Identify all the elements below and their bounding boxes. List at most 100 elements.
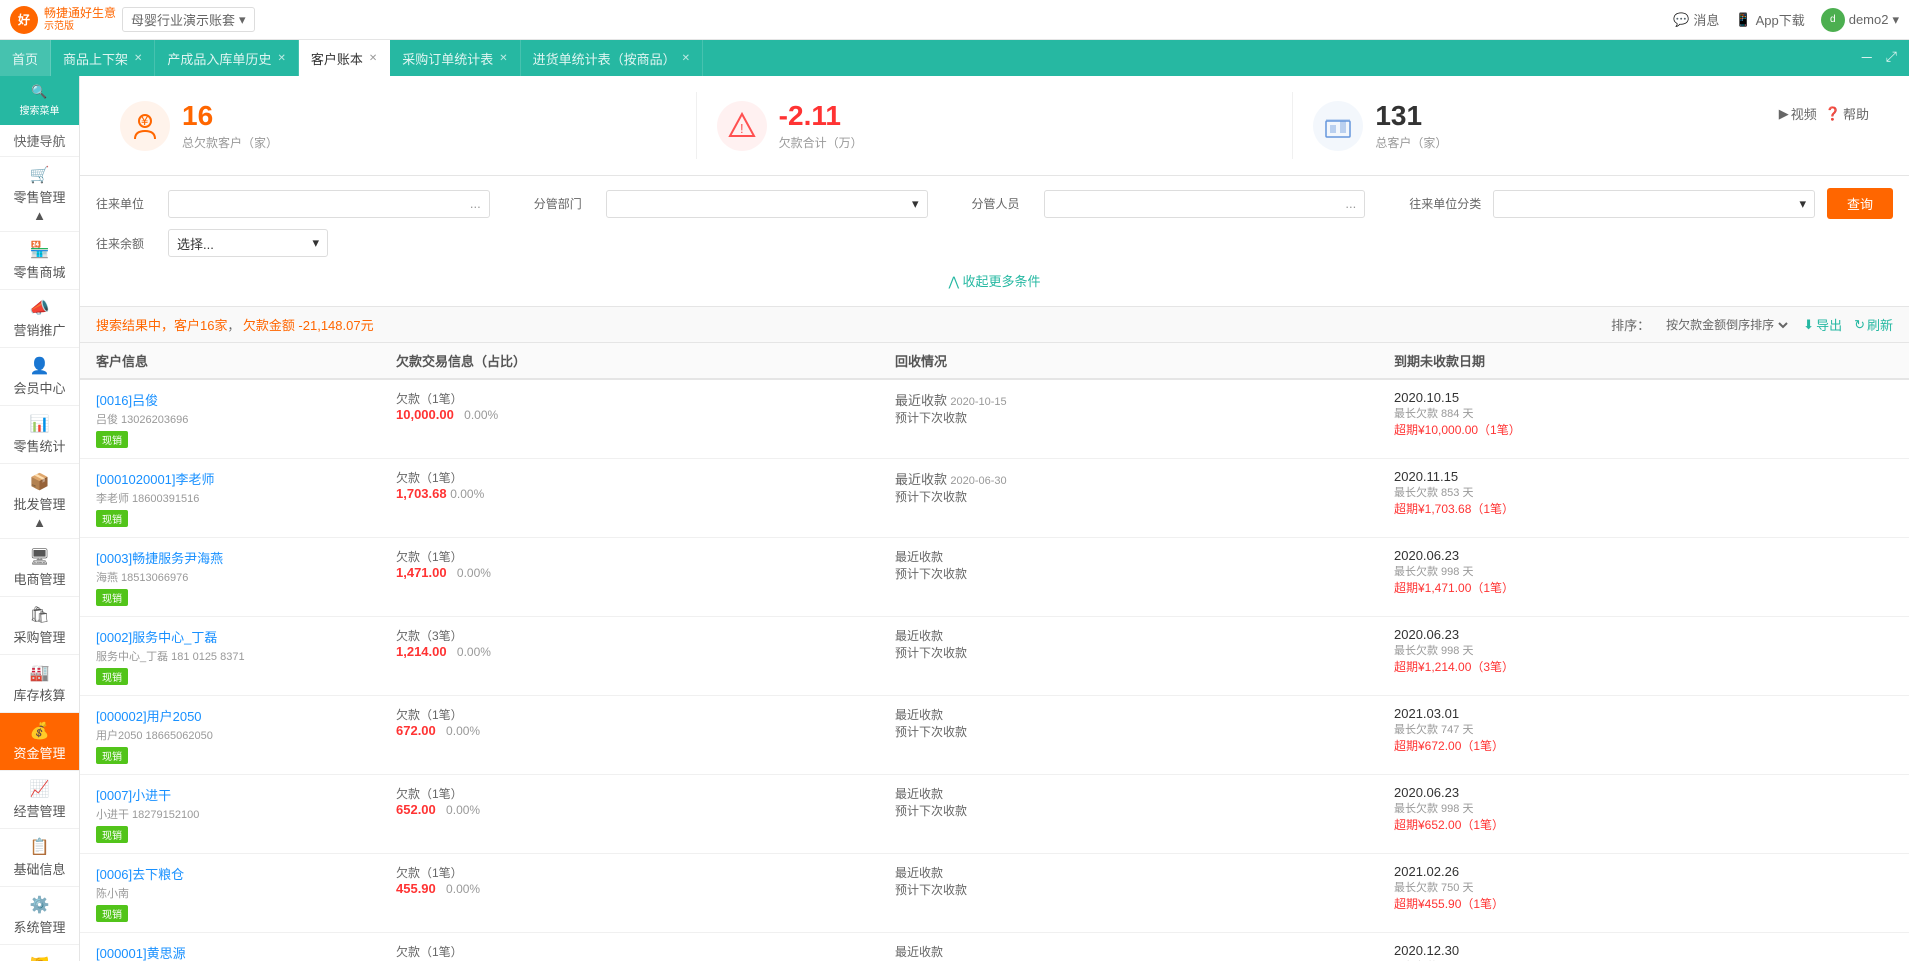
overdue-customers-icon: ¥ (120, 101, 170, 151)
sidebar-item-marketing[interactable]: 📣 营销推广 (0, 290, 79, 348)
sidebar-item-retail-stats[interactable]: 📊 零售统计 (0, 406, 79, 464)
tab-product-shelf[interactable]: 商品上下架 ✕ (51, 40, 155, 76)
customer-info-cell: [0002]服务中心_丁磊 服务中心_丁磊 181 0125 8371 现销 (96, 627, 396, 685)
main-layout: 🔍 搜索菜单 快捷导航 🛒 零售管理 ▲ 🏪 零售商城 📣 营销推广 👤 会员中… (0, 76, 1909, 961)
balance-dropdown-icon: ▾ (312, 235, 319, 251)
tab-customer-account-close[interactable]: ✕ (369, 53, 377, 64)
sidebar-quick-nav[interactable]: 快捷导航 (0, 125, 79, 157)
unit-category-select[interactable]: ▾ (1493, 190, 1815, 218)
user-profile[interactable]: d demo2 ▾ (1821, 8, 1899, 32)
sidebar-item-member[interactable]: 👤 会员中心 (0, 348, 79, 406)
table-row: [000002]用户2050 用户2050 18665062050 现销 欠款（… (80, 696, 1909, 775)
customer-name-2[interactable]: 李老师 (176, 472, 215, 487)
person-input[interactable]: ... (1044, 190, 1366, 218)
customer-name-4[interactable]: 服务中心_丁磊 (132, 630, 217, 645)
sort-select[interactable]: 按欠款金额倒序排序 (1662, 317, 1791, 333)
overdue-link-7[interactable]: 超期¥455.90（1笔） (1394, 895, 1893, 912)
customer-code-1[interactable]: [0016] (96, 393, 132, 408)
collapse-filters-button[interactable]: ⋀ 收起更多条件 (96, 267, 1893, 294)
customer-name-3[interactable]: 畅捷服务尹海燕 (132, 551, 223, 566)
debt-count-6: 欠款（1笔） (396, 785, 895, 802)
balance-label: 往来余额 (96, 235, 156, 252)
sidebar-item-system[interactable]: ⚙️ 系统管理 (0, 887, 79, 945)
customer-code-3[interactable]: [0003] (96, 551, 132, 566)
balance-select[interactable]: 选择... ▾ (168, 229, 328, 257)
message-button[interactable]: 💬 消息 (1673, 10, 1719, 29)
tab-production-history-close[interactable]: ✕ (277, 53, 285, 64)
marketing-icon: 📣 (30, 298, 50, 318)
customer-code-2[interactable]: [0001020001] (96, 472, 176, 487)
collection-status-cell: 最近收款 预计下次收款 (895, 548, 1394, 582)
retail-mgmt-arrow-icon: ▲ (33, 208, 46, 223)
app-download-button[interactable]: 📱 App下载 (1735, 10, 1804, 29)
refresh-button[interactable]: ↻ 刷新 (1854, 315, 1893, 334)
overdue-days-5: 最长欠款 747 天 (1394, 721, 1893, 737)
customer-code-7[interactable]: [0006] (96, 867, 132, 882)
from-unit-input[interactable]: ... (168, 190, 490, 218)
sidebar-item-retail-store[interactable]: 🏪 零售商城 (0, 232, 79, 290)
debt-amount-1: 10,000.00 (396, 407, 454, 422)
customer-tag-2: 现销 (96, 510, 128, 527)
search-icon: 🔍 (31, 84, 47, 99)
sidebar-item-finance[interactable]: 💰 资金管理 (0, 713, 79, 771)
tab-home[interactable]: 首页 (0, 40, 51, 76)
sidebar-search[interactable]: 🔍 搜索菜单 (0, 76, 79, 125)
sidebar-item-purchase[interactable]: 🛍 采购管理 (0, 597, 79, 655)
person-label: 分管人员 (972, 195, 1032, 212)
tab-maximize-icon[interactable]: ⤢ (1882, 46, 1901, 70)
table-row: [0002]服务中心_丁磊 服务中心_丁磊 181 0125 8371 现销 欠… (80, 617, 1909, 696)
sidebar-item-enterprise-collab[interactable]: 🤝 企业协同 (0, 945, 79, 961)
sidebar-item-warehouse[interactable]: 🏭 库存核算 (0, 655, 79, 713)
overdue-link-6[interactable]: 超期¥652.00（1笔） (1394, 816, 1893, 833)
sidebar-item-batch-mgmt[interactable]: 📦 批发管理 ▲ (0, 464, 79, 539)
sidebar-item-retail-mgmt[interactable]: 🛒 零售管理 ▲ (0, 157, 79, 232)
tab-product-shelf-close[interactable]: ✕ (134, 53, 142, 64)
company-selector[interactable]: 母婴行业演示账套 ▾ (122, 7, 255, 32)
debt-count-4: 欠款（3笔） (396, 627, 895, 644)
customer-name-8[interactable]: 黄思源 (147, 946, 186, 961)
search-button[interactable]: 查询 (1827, 188, 1893, 219)
customer-name-6[interactable]: 小进干 (132, 788, 171, 803)
tab-customer-account[interactable]: 客户账本 ✕ (299, 40, 390, 76)
overdue-amount-info: -2.11 欠款合计（万） (779, 100, 1273, 151)
collection-date-1: 2020-10-15 (950, 396, 1006, 408)
customer-phone-1: 吕俊 13026203696 (96, 411, 396, 427)
overdue-amount-number: -2.11 (779, 100, 1273, 132)
help-button[interactable]: ❓ 帮助 (1825, 104, 1869, 123)
tab-production-history[interactable]: 产成品入库单历史 ✕ (155, 40, 298, 76)
tab-minimize-icon[interactable]: － (1856, 46, 1878, 70)
customer-name-5[interactable]: 用户2050 (147, 709, 202, 724)
tab-purchase-order-summary[interactable]: 采购订单统计表 ✕ (390, 40, 520, 76)
sidebar-item-ecommerce[interactable]: 🖥 电商管理 (0, 539, 79, 597)
customer-code-5[interactable]: [000002] (96, 709, 147, 724)
export-button[interactable]: ⬇ 导出 (1803, 315, 1842, 334)
overdue-link-1[interactable]: 超期¥10,000.00（1笔） (1394, 421, 1893, 438)
sidebar-item-warehouse-label: 库存核算 (13, 685, 65, 704)
tab-purchase-summary-by-product[interactable]: 进货单统计表（按商品） ✕ (521, 40, 703, 76)
customer-code-4[interactable]: [0002] (96, 630, 132, 645)
sidebar-item-finance-label: 资金管理 (13, 743, 65, 762)
from-unit-label: 往来单位 (96, 195, 156, 212)
tab-purchase-summary-by-product-close[interactable]: ✕ (682, 53, 690, 64)
debt-percent-val-2: 0.00% (450, 487, 484, 501)
dept-select[interactable]: ▾ (606, 190, 928, 218)
overdue-link-5[interactable]: 超期¥672.00（1笔） (1394, 737, 1893, 754)
customer-code-8[interactable]: [000001] (96, 946, 147, 961)
debt-amount-6: 652.00 (396, 802, 436, 817)
sidebar-item-basic-info[interactable]: 📋 基础信息 (0, 829, 79, 887)
customer-name-1[interactable]: 吕俊 (132, 393, 158, 408)
customer-code-6[interactable]: [0007] (96, 788, 132, 803)
sidebar-item-ops[interactable]: 📈 经营管理 (0, 771, 79, 829)
logo-area: 好 畅捷通好生意 示范版 母婴行业演示账套 ▾ (10, 6, 255, 34)
results-info: 搜索结果中，客户16家， 欠款金额 -21,148.07元 排序： 按欠款金额倒… (80, 307, 1909, 343)
debt-percent-val-4: 0.00% (450, 645, 491, 659)
customer-name-7[interactable]: 去下粮仓 (132, 867, 184, 882)
overdue-link-3[interactable]: 超期¥1,471.00（1笔） (1394, 579, 1893, 596)
overdue-link-2[interactable]: 超期¥1,703.68（1笔） (1394, 500, 1893, 517)
sidebar-item-purchase-label: 采购管理 (13, 627, 65, 646)
view-video-button[interactable]: ▶ 视频 (1779, 104, 1817, 123)
overdue-link-4[interactable]: 超期¥1,214.00（3笔） (1394, 658, 1893, 675)
from-unit-dots: ... (470, 196, 481, 211)
tab-purchase-order-summary-close[interactable]: ✕ (499, 53, 507, 64)
header-debt-info: 欠款交易信息（占比） (396, 351, 895, 370)
